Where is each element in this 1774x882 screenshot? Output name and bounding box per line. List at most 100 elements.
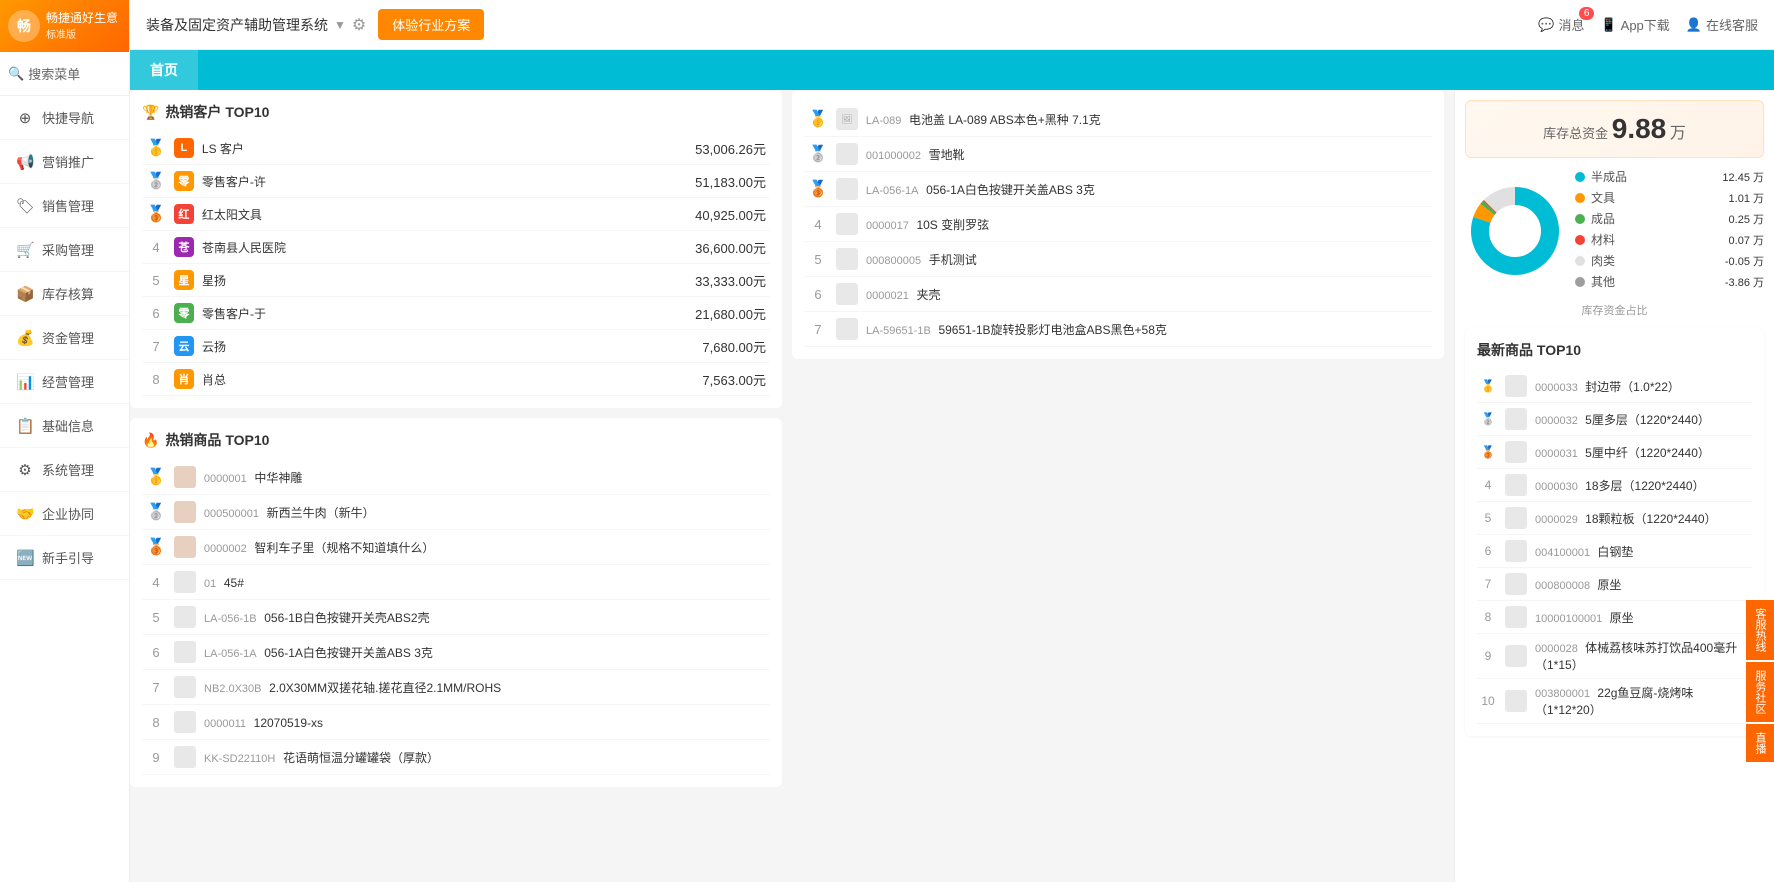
table-row: 🥉 LA-056-1A 056-1A白色按键开关盖ABS 3克 <box>804 172 1432 207</box>
sidebar-item-cooperation[interactable]: 🤝企业协同 <box>0 492 129 536</box>
legend-dot <box>1575 235 1585 245</box>
sales-icon: 🏷 <box>16 197 34 215</box>
search-menu-button[interactable]: 🔍 搜索菜单 <box>8 60 121 87</box>
sidebar-item-marketing[interactable]: 📢营销推广 <box>0 140 129 184</box>
online-service-item[interactable]: 👤 在线客服 <box>1686 15 1758 34</box>
tab-home[interactable]: 首页 <box>130 50 198 90</box>
sidebar-item-guide[interactable]: 🆕新手引导 <box>0 536 129 580</box>
system-label: 系统管理 <box>42 460 94 479</box>
float-btn-live[interactable]: 直播 <box>1746 724 1774 762</box>
sidebar-item-purchase[interactable]: 🛒采购管理 <box>0 228 129 272</box>
inventory-label: 库存核算 <box>42 284 94 303</box>
customer-amount: 53,006.26元 <box>695 139 766 158</box>
product-info: 004100001 白钢垫 <box>1535 543 1750 560</box>
legend-value: 0.25 万 <box>1714 211 1764 227</box>
customer-name: 星扬 <box>202 272 687 289</box>
app-download-item[interactable]: 📱 App下载 <box>1600 15 1669 34</box>
product-rank: 10 <box>1479 694 1497 708</box>
dropdown-arrow[interactable]: ▼ <box>334 18 346 32</box>
product-rank: 6 <box>1479 544 1497 558</box>
table-row: 5 星 星扬 33,333.00元 <box>142 264 770 297</box>
product-avatar <box>174 536 196 558</box>
sidebar-item-finance[interactable]: 💰资金管理 <box>0 316 129 360</box>
sidebar-item-inventory[interactable]: 📦 库存核算 <box>0 272 129 316</box>
product-info: 001000002 雪地靴 <box>866 146 1428 163</box>
customer-info: LS 客户 <box>202 140 687 157</box>
customer-badge: 零 <box>174 171 194 191</box>
customer-badge: 红 <box>174 204 194 224</box>
sidebar-item-system[interactable]: ⚙系统管理 <box>0 448 129 492</box>
nav-tabs: 首页 <box>130 50 1774 90</box>
sidebar-item-quick-nav[interactable]: ⊕快捷导航 <box>0 96 129 140</box>
legend-item: 材料 0.07 万 <box>1575 231 1764 248</box>
phone-icon: 📱 <box>1600 17 1616 33</box>
product-avatar <box>174 676 196 698</box>
float-btn-hotline[interactable]: 客服热线 <box>1746 600 1774 660</box>
product-avatar <box>836 248 858 270</box>
inventory-icon: 📦 <box>16 285 34 303</box>
customer-info: 红太阳文具 <box>202 206 687 223</box>
guide-icon: 🆕 <box>16 549 34 567</box>
table-row: 5 000800005 手机测试 <box>804 242 1432 277</box>
list-item: 5 0000029 18颗粒板（1220*2440） <box>1477 502 1752 535</box>
product-info: LA-056-1A 056-1A白色按键开关盖ABS 3克 <box>866 181 1428 198</box>
table-row: 4 0000017 10S 变削罗弦 <box>804 207 1432 242</box>
fire-icon: 🔥 <box>142 432 159 449</box>
sidebar: 畅 畅捷通好生意 标准版 🔍 搜索菜单 ⊕快捷导航📢营销推广🏷销售管理🛒采购管理… <box>0 0 130 882</box>
notifications-item[interactable]: 💬 消息 6 <box>1538 15 1584 34</box>
sidebar-item-sales[interactable]: 🏷销售管理 <box>0 184 129 228</box>
product-avatar <box>1505 375 1527 397</box>
product-info: 0000011 12070519-xs <box>204 715 766 730</box>
search-menu-section[interactable]: 🔍 搜索菜单 <box>0 52 129 96</box>
customer-info: 零售客户-许 <box>202 173 687 190</box>
operations-icon: 📊 <box>16 373 34 391</box>
product-avatar <box>174 466 196 488</box>
experience-btn[interactable]: 体验行业方案 <box>378 9 484 40</box>
product-rank: 🥇 <box>1479 379 1497 393</box>
product-avatar <box>174 606 196 628</box>
hot-sales-title: 🔥 热销商品 TOP10 <box>142 430 770 450</box>
product-avatar <box>174 711 196 733</box>
main-content: 装备及固定资产辅助管理系统 ▼ ⚙ 体验行业方案 💬 消息 6 📱 App下载 … <box>130 0 1774 882</box>
product-info: 0000029 18颗粒板（1220*2440） <box>1535 510 1750 527</box>
product-avatar <box>1505 474 1527 496</box>
product-avatar <box>1505 606 1527 628</box>
table-row: 9 KK-SD22110H 花语萌恒温分罐罐袋（厚款） <box>142 740 770 775</box>
float-service: 客服热线 服务社区 直播 <box>1746 600 1774 762</box>
product-info: NB2.0X30B 2.0X30MM双搓花轴.搓花直径2.1MM/ROHS <box>204 679 766 696</box>
sidebar-item-operations[interactable]: 📊经营管理 <box>0 360 129 404</box>
product-avatar <box>174 501 196 523</box>
finance-icon: 💰 <box>16 329 34 347</box>
customer-rank-card: 🏆 热销客户 TOP10 🥇 L LS 客户 53,006.26元 🥈 零 零售… <box>130 90 782 408</box>
customer-amount: 33,333.00元 <box>695 271 766 290</box>
new-product-title: 最新商品 TOP10 <box>1477 340 1752 360</box>
table-row: 6 零 零售客户-于 21,680.00元 <box>142 297 770 330</box>
legend-dot <box>1575 193 1585 203</box>
sidebar-item-base-info[interactable]: 📋基础信息 <box>0 404 129 448</box>
donut-section: 半成品 12.45 万 文具 1.01 万 成品 0.25 万 材料 0.07 … <box>1465 168 1764 294</box>
hot-product-rank-card: 🥇 🖼 LA-089 电池盖 LA-089 ABS本色+黑种 7.1克 🥈 00… <box>792 90 1444 359</box>
new-product-list: 🥇 0000033 封边带（1.0*22） 🥈 0000032 5厘多层（122… <box>1477 370 1752 724</box>
customer-amount: 40,925.00元 <box>695 205 766 224</box>
product-avatar <box>1505 507 1527 529</box>
app-download-label: App下载 <box>1621 15 1670 34</box>
table-row: 8 0000011 12070519-xs <box>142 705 770 740</box>
legend-value: -0.05 万 <box>1714 253 1764 269</box>
legend-item: 半成品 12.45 万 <box>1575 168 1764 185</box>
trophy-icon: 🏆 <box>142 104 159 121</box>
base-info-icon: 📋 <box>16 417 34 435</box>
hot-product-rank-list: 🥇 🖼 LA-089 电池盖 LA-089 ABS本色+黑种 7.1克 🥈 00… <box>804 102 1432 347</box>
legend-name: 其他 <box>1591 273 1708 290</box>
product-info: 0000028 体械荔核味苏打饮品400毫升（1*15） <box>1535 639 1750 673</box>
settings-icon[interactable]: ⚙ <box>352 15 366 35</box>
customer-name: 红太阳文具 <box>202 206 687 223</box>
customer-info: 零售客户-于 <box>202 305 687 322</box>
product-avatar: 🖼 <box>836 108 858 130</box>
list-item: 7 000800008 原坐 <box>1477 568 1752 601</box>
right-panel: 库存总资金 9.88 万 <box>1454 90 1774 882</box>
product-avatar <box>1505 645 1527 667</box>
donut-chart <box>1465 181 1565 281</box>
product-avatar <box>836 178 858 200</box>
legend-name: 肉类 <box>1591 252 1708 269</box>
float-btn-community[interactable]: 服务社区 <box>1746 662 1774 722</box>
